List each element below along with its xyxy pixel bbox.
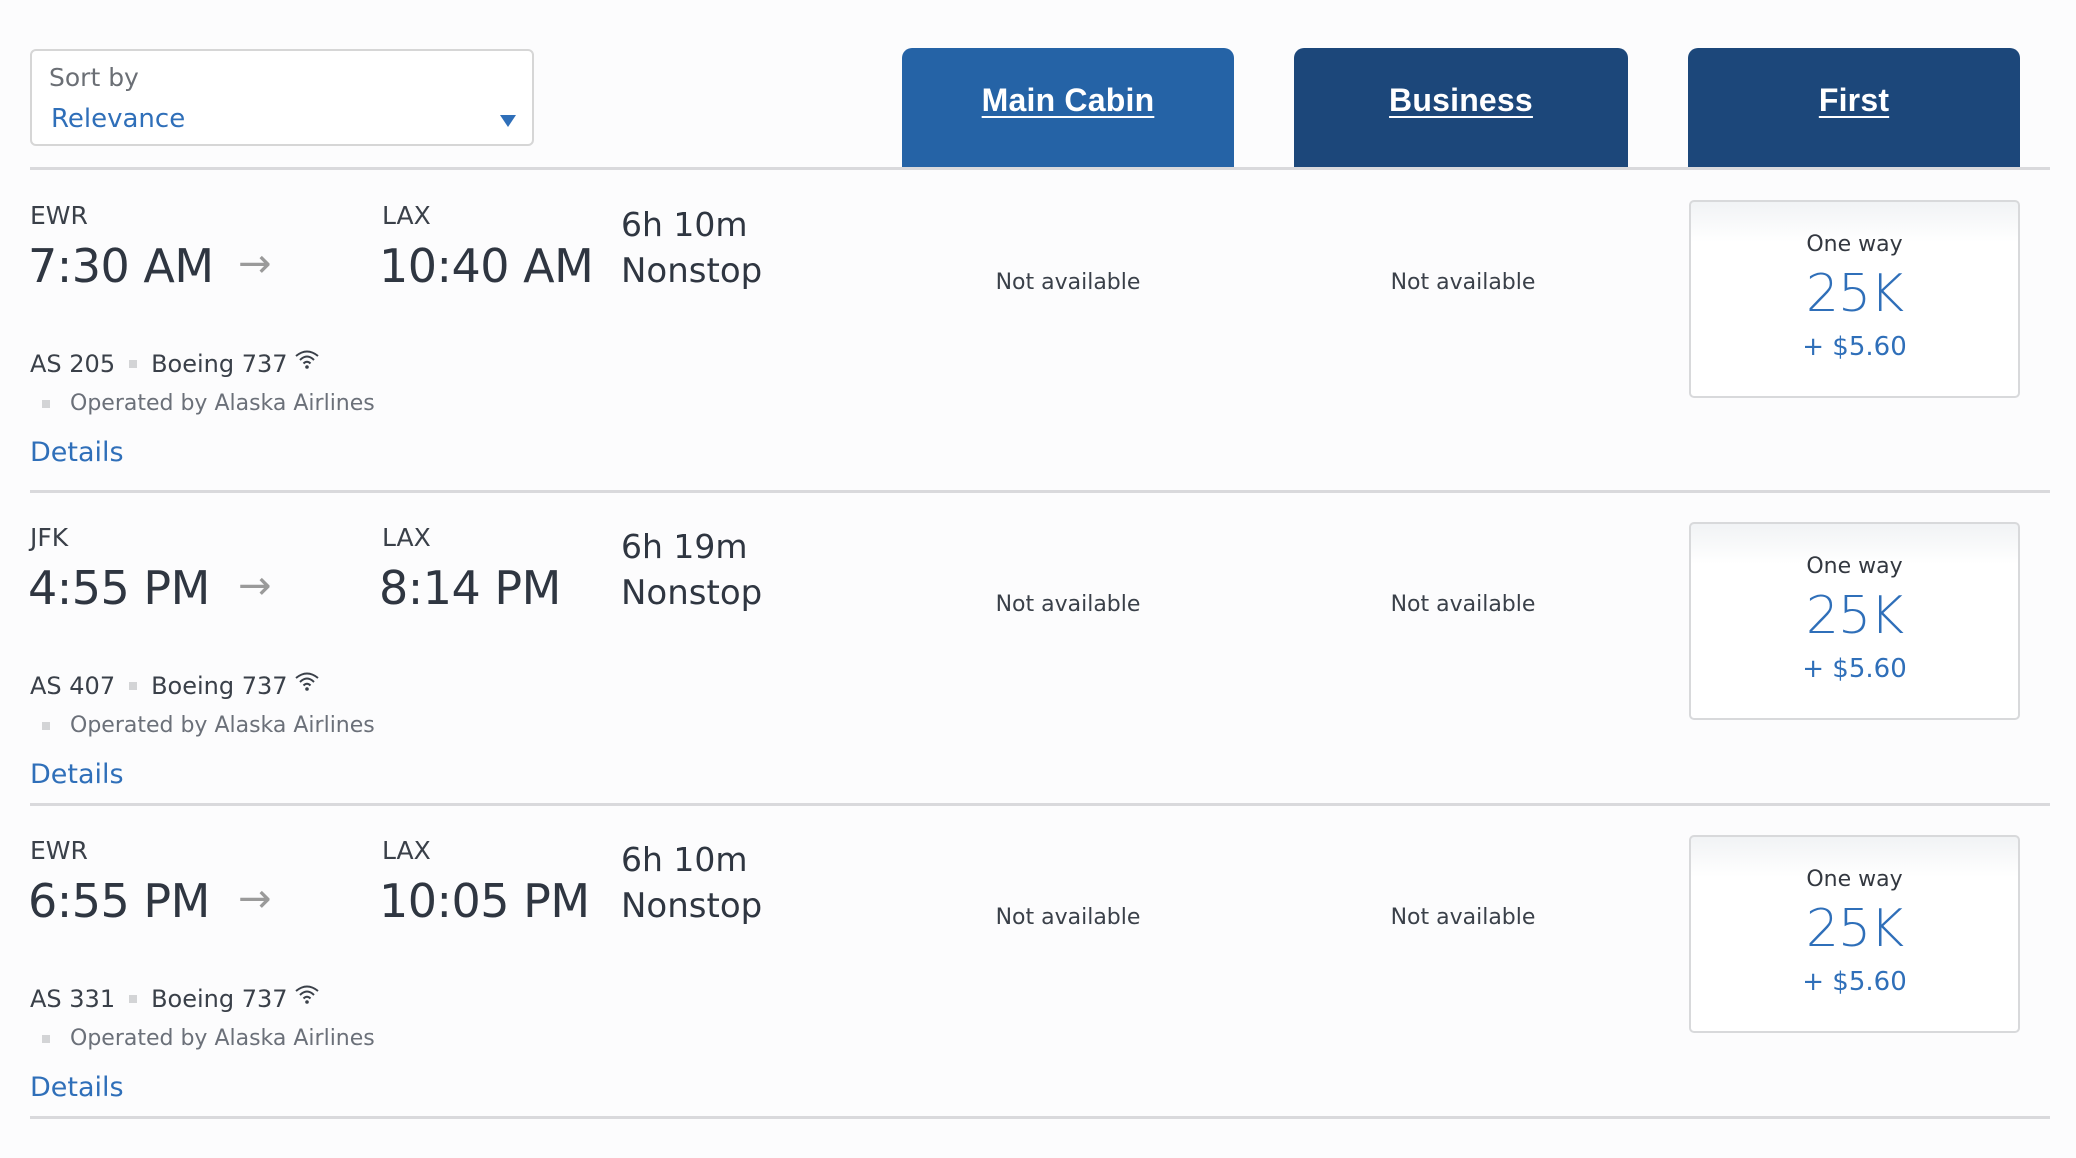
departure-time: 7:30 AM	[28, 239, 214, 293]
operator-info: Operated by Alaska Airlines	[30, 1026, 375, 1051]
operator-info: Operated by Alaska Airlines	[30, 713, 375, 738]
arrival-time: 8:14 PM	[379, 561, 561, 615]
flight-info: AS 331 Boeing 737	[30, 985, 320, 1013]
wifi-icon	[294, 350, 319, 369]
flight-number: AS 407	[30, 672, 116, 700]
bullet-dot	[42, 1034, 50, 1043]
stops-label: Nonstop	[621, 573, 763, 613]
flight-number: AS 205	[30, 350, 116, 378]
main-cabin-fare: Not available	[995, 905, 1141, 930]
fare-miles: 25K	[1805, 586, 1904, 646]
departure-time: 4:55 PM	[28, 561, 210, 615]
fare-trip-type: One way	[1806, 554, 1903, 579]
departure-time: 6:55 PM	[28, 874, 210, 928]
first-fare-card[interactable]: One way 25K + $5.60	[1689, 200, 2020, 398]
flight-info: AS 407 Boeing 737	[30, 672, 320, 700]
flight-row: EWR 6:55 PM → LAX 10:05 PM 6h 10m Nonsto…	[0, 804, 2076, 1117]
fare-fee: + $5.60	[1802, 967, 1907, 997]
first-fare-card[interactable]: One way 25K + $5.60	[1689, 835, 2020, 1033]
sort-dropdown[interactable]: Sort by Relevance	[30, 49, 534, 146]
tab-label: First	[1818, 82, 1890, 118]
details-link[interactable]: Details	[30, 759, 124, 790]
operated-by: Operated by Alaska Airlines	[70, 1026, 375, 1051]
details-link[interactable]: Details	[30, 437, 124, 468]
arrow-right-icon: →	[238, 876, 272, 922]
origin-airport: EWR	[30, 836, 88, 865]
operator-info: Operated by Alaska Airlines	[30, 391, 375, 416]
business-fare: Not available	[1390, 270, 1536, 295]
operated-by: Operated by Alaska Airlines	[70, 713, 375, 738]
arrival-time: 10:05 PM	[379, 874, 590, 928]
flight-duration: 6h 10m	[621, 840, 748, 879]
row-divider	[30, 1116, 2050, 1119]
fare-trip-type: One way	[1806, 232, 1903, 257]
main-cabin-fare: Not available	[995, 592, 1141, 617]
origin-airport: EWR	[30, 201, 88, 230]
first-fare-card[interactable]: One way 25K + $5.60	[1689, 522, 2020, 720]
operated-by: Operated by Alaska Airlines	[70, 391, 375, 416]
flight-duration: 6h 10m	[621, 205, 748, 244]
caret-down-icon	[500, 115, 516, 127]
bullet-dot	[42, 399, 50, 408]
sort-selected-value: Relevance	[51, 104, 186, 134]
separator-dot	[129, 682, 138, 690]
flight-duration: 6h 19m	[621, 527, 748, 566]
flight-number: AS 331	[30, 985, 116, 1013]
fare-trip-type: One way	[1806, 867, 1903, 892]
main-cabin-fare: Not available	[995, 270, 1141, 295]
aircraft-type: Boeing 737	[151, 350, 288, 378]
separator-dot	[129, 995, 138, 1003]
arrival-time: 10:40 AM	[379, 239, 594, 293]
flight-row: EWR 7:30 AM → LAX 10:40 AM 6h 10m Nonsto…	[0, 169, 2076, 482]
destination-airport: LAX	[382, 201, 431, 230]
sort-label: Sort by	[49, 63, 139, 92]
arrow-right-icon: →	[238, 241, 272, 287]
tab-main-cabin[interactable]: Main Cabin	[902, 48, 1234, 168]
stops-label: Nonstop	[621, 886, 763, 926]
fare-fee: + $5.60	[1802, 654, 1907, 684]
flight-row: JFK 4:55 PM → LAX 8:14 PM 6h 19m Nonstop…	[0, 491, 2076, 804]
details-link[interactable]: Details	[30, 1072, 124, 1103]
wifi-icon	[294, 985, 319, 1004]
tab-first[interactable]: First	[1688, 48, 2020, 168]
aircraft-type: Boeing 737	[151, 672, 288, 700]
fare-miles: 25K	[1805, 899, 1904, 959]
business-fare: Not available	[1390, 905, 1536, 930]
flight-info: AS 205 Boeing 737	[30, 350, 320, 378]
destination-airport: LAX	[382, 836, 431, 865]
aircraft-type: Boeing 737	[151, 985, 288, 1013]
tab-label: Main Cabin	[981, 82, 1155, 118]
fare-miles: 25K	[1805, 264, 1904, 324]
bullet-dot	[42, 721, 50, 730]
business-fare: Not available	[1390, 592, 1536, 617]
arrow-right-icon: →	[238, 563, 272, 609]
fare-fee: + $5.60	[1802, 332, 1907, 362]
separator-dot	[129, 360, 138, 368]
wifi-icon	[294, 672, 319, 691]
destination-airport: LAX	[382, 523, 431, 552]
tab-business[interactable]: Business	[1294, 48, 1628, 168]
tab-label: Business	[1389, 82, 1533, 118]
stops-label: Nonstop	[621, 251, 763, 291]
origin-airport: JFK	[30, 523, 69, 552]
